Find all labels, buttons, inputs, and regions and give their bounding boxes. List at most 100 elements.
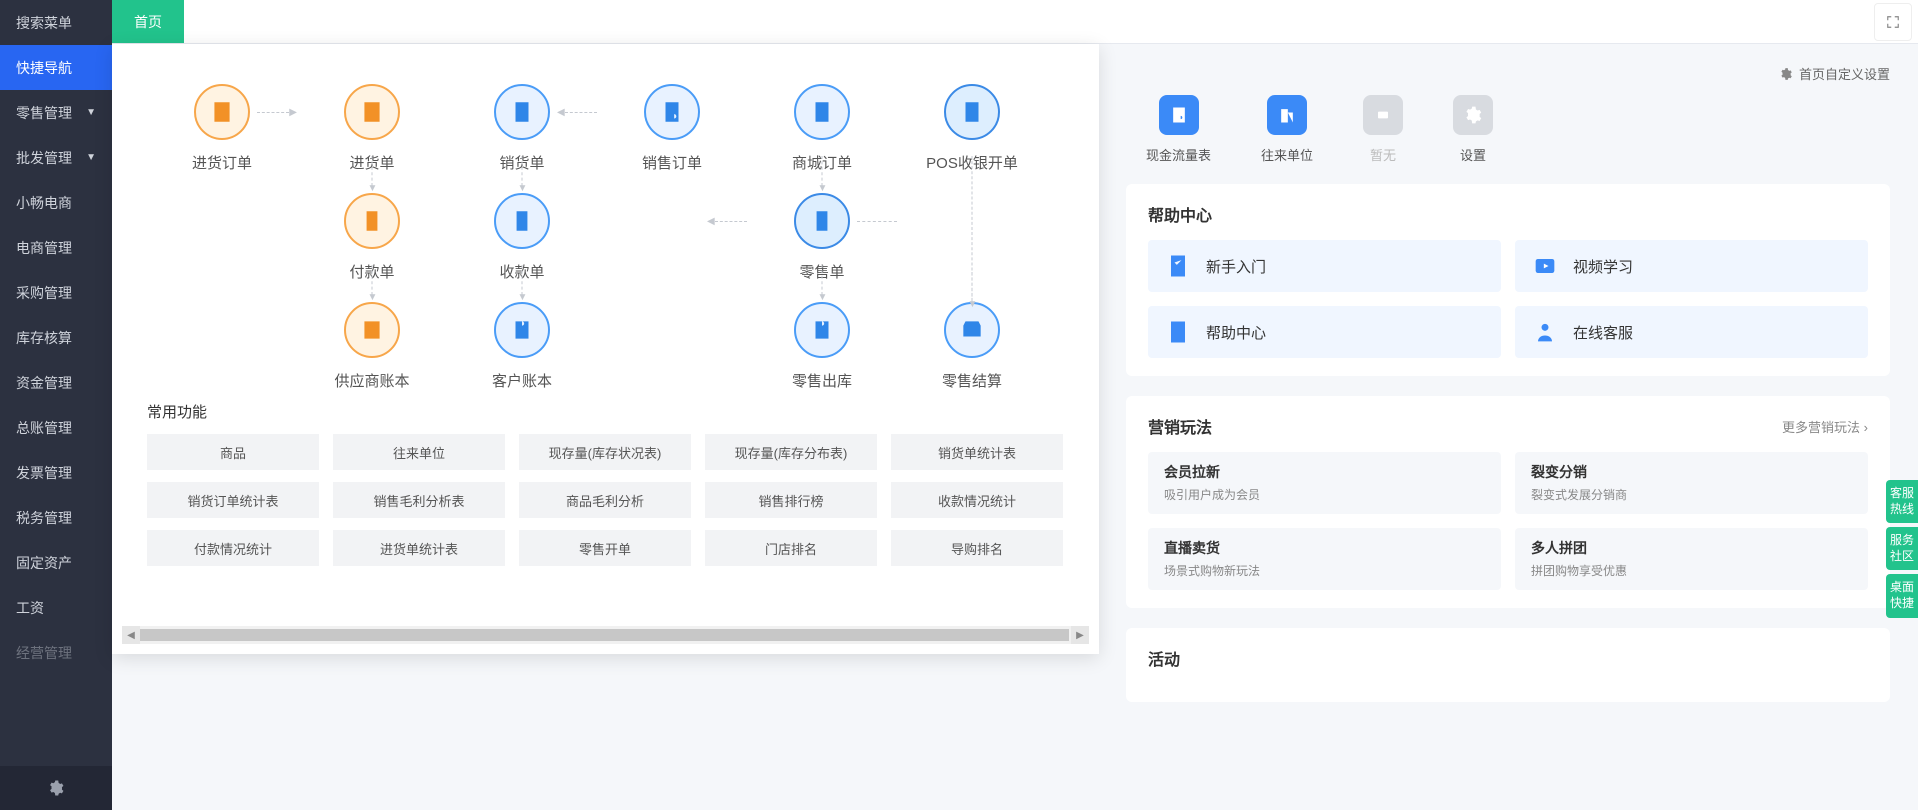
fn-btn-9[interactable]: 收款情况统计 — [891, 482, 1063, 518]
float-community[interactable]: 服务社区 — [1886, 527, 1918, 570]
help-title: 帮助中心 — [1148, 202, 1212, 226]
scroll-left-icon[interactable]: ◀ — [122, 626, 140, 644]
scroll-thumb[interactable] — [140, 629, 1069, 641]
sidebar-item-3[interactable]: 小畅电商 — [0, 180, 112, 225]
fn-btn-5[interactable]: 销货订单统计表 — [147, 482, 319, 518]
shortcut-cashflow[interactable]: 现金流量表 — [1146, 95, 1211, 164]
caret-down-icon: ▼ — [86, 107, 96, 118]
help-item-2[interactable]: 帮助中心 — [1148, 306, 1501, 358]
building-icon — [1277, 105, 1297, 125]
sidebar-item-13[interactable]: 经营管理 — [0, 630, 112, 675]
marketing-more-link[interactable]: 更多营销玩法 › — [1782, 417, 1868, 436]
fn-btn-1[interactable]: 往来单位 — [333, 434, 505, 470]
sidebar-item-2[interactable]: 批发管理▼ — [0, 135, 112, 180]
arrow-down-icon: ▼ — [372, 156, 373, 186]
mall-order-icon — [794, 84, 850, 140]
fn-btn-8[interactable]: 销售排行榜 — [705, 482, 877, 518]
fn-btn-12[interactable]: 零售开单 — [519, 530, 691, 566]
mkt-item-2[interactable]: 直播卖货场景式购物新玩法 — [1148, 528, 1501, 590]
node-purchase-order[interactable]: 进货订单 ▶ — [147, 84, 297, 173]
gear-icon — [1463, 105, 1483, 125]
right-pane: 首页自定义设置 现金流量表 往来单位 暂无 设置 帮助中心 新手入门 视频学习 … — [1098, 44, 1918, 722]
sidebar-item-12[interactable]: 工资 — [0, 585, 112, 630]
doc-icon — [1164, 318, 1192, 346]
scroll-track[interactable] — [140, 628, 1071, 642]
fn-btn-6[interactable]: 销售毛利分析表 — [333, 482, 505, 518]
mkt-item-0[interactable]: 会员拉新吸引用户成为会员 — [1148, 452, 1501, 514]
arrow-down-icon: ▼ — [972, 272, 973, 302]
payment-icon — [344, 193, 400, 249]
fn-btn-11[interactable]: 进货单统计表 — [333, 530, 505, 566]
shortcut-settings[interactable]: 设置 — [1453, 95, 1493, 164]
sidebar-item-4[interactable]: 电商管理 — [0, 225, 112, 270]
fn-btn-0[interactable]: 商品 — [147, 434, 319, 470]
node-retail-settle[interactable]: 零售结算 ▼ — [897, 302, 1047, 391]
pos-order-icon — [944, 84, 1000, 140]
shortcut-contacts[interactable]: 往来单位 — [1261, 95, 1313, 164]
shortcut-empty[interactable]: 暂无 — [1363, 95, 1403, 164]
float-desktop[interactable]: 桌面快捷 — [1886, 574, 1918, 617]
node-mall-order[interactable]: 商城订单 ▼ — [747, 84, 897, 173]
sales-bill-icon — [494, 84, 550, 140]
horizontal-scrollbar[interactable]: ◀ ▶ — [122, 626, 1089, 644]
activity-card: 活动 — [1126, 628, 1890, 702]
fn-btn-7[interactable]: 商品毛利分析 — [519, 482, 691, 518]
arrow-right-dash — [857, 215, 897, 227]
sidebar-item-10[interactable]: 税务管理 — [0, 495, 112, 540]
help-card: 帮助中心 新手入门 视频学习 帮助中心 在线客服 — [1126, 184, 1890, 376]
sidebar-item-1[interactable]: 零售管理▼ — [0, 90, 112, 135]
gear-icon — [1779, 67, 1793, 81]
chevron-right-icon: › — [1864, 420, 1868, 435]
arrow-down-icon: ▼ — [822, 156, 823, 186]
help-item-0[interactable]: 新手入门 — [1148, 240, 1501, 292]
flow-row-3: 供 供应商账本 客户账本 零售出库 零售结算 ▼ — [147, 302, 1064, 391]
fn-btn-13[interactable]: 门店排名 — [705, 530, 877, 566]
fn-btn-4[interactable]: 销货单统计表 — [891, 434, 1063, 470]
fn-btn-14[interactable]: 导购排名 — [891, 530, 1063, 566]
arrow-right-icon: ▶ — [257, 106, 297, 118]
fullscreen-icon — [1886, 15, 1900, 29]
sidebar-item-11[interactable]: 固定资产 — [0, 540, 112, 585]
sidebar-item-5[interactable]: 采购管理 — [0, 270, 112, 315]
node-receipt[interactable]: 收款单 ▼ — [447, 193, 597, 282]
help-item-1[interactable]: 视频学习 — [1515, 240, 1868, 292]
help-item-3[interactable]: 在线客服 — [1515, 306, 1868, 358]
sidebar: 搜索菜单 快捷导航 零售管理▼ 批发管理▼ 小畅电商 电商管理 采购管理 库存核… — [0, 0, 112, 810]
flow-row-1: 进货订单 ▶ 进货单 ▼ 销货单 ◀ ▼ 销售订单 商城订单 ▼ POS收银开单 — [147, 84, 1064, 173]
sidebar-item-9[interactable]: 发票管理 — [0, 450, 112, 495]
sidebar-item-0[interactable]: 快捷导航 — [0, 45, 112, 90]
marketing-title: 营销玩法 — [1148, 414, 1212, 438]
node-sales-bill[interactable]: 销货单 ◀ ▼ — [447, 84, 597, 173]
fullscreen-button[interactable] — [1874, 3, 1912, 41]
tab-bar: 首页 — [112, 0, 1918, 44]
mkt-item-1[interactable]: 裂变分销裂变式发展分销商 — [1515, 452, 1868, 514]
quicknav-panel: 进货订单 ▶ 进货单 ▼ 销货单 ◀ ▼ 销售订单 商城订单 ▼ POS收银开单 — [112, 44, 1099, 654]
node-sales-order[interactable]: 销售订单 — [597, 84, 747, 173]
scroll-right-icon[interactable]: ▶ — [1071, 626, 1089, 644]
node-purchase-bill[interactable]: 进货单 ▼ — [297, 84, 447, 173]
sidebar-item-7[interactable]: 资金管理 — [0, 360, 112, 405]
tab-home[interactable]: 首页 — [112, 0, 184, 43]
sales-order-icon — [644, 84, 700, 140]
support-icon — [1531, 318, 1559, 346]
mkt-item-3[interactable]: 多人拼团拼团购物享受优惠 — [1515, 528, 1868, 590]
node-retail-bill[interactable]: 零售单 ◀ ▼ — [747, 193, 897, 282]
fn-btn-2[interactable]: 现存量(库存状况表) — [519, 434, 691, 470]
home-custom-link[interactable]: 首页自定义设置 — [1126, 64, 1890, 83]
node-retail-out[interactable]: 零售出库 — [747, 302, 897, 391]
caret-down-icon: ▼ — [86, 152, 96, 163]
fn-btn-10[interactable]: 付款情况统计 — [147, 530, 319, 566]
fn-btn-3[interactable]: 现存量(库存分布表) — [705, 434, 877, 470]
node-customer-ledger[interactable]: 客户账本 — [447, 302, 597, 391]
sidebar-settings[interactable] — [0, 766, 112, 810]
node-pos-order[interactable]: POS收银开单 — [897, 84, 1047, 173]
sidebar-item-6[interactable]: 库存核算 — [0, 315, 112, 360]
supplier-ledger-icon: 供 — [344, 302, 400, 358]
node-payment[interactable]: 付款单 ▼ — [297, 193, 447, 282]
flow-row-2: 付款单 ▼ 收款单 ▼ 零售单 ◀ ▼ — [147, 193, 1064, 282]
sidebar-item-8[interactable]: 总账管理 — [0, 405, 112, 450]
node-supplier-ledger[interactable]: 供 供应商账本 — [297, 302, 447, 391]
float-hotline[interactable]: 客服热线 — [1886, 480, 1918, 523]
sidebar-search[interactable]: 搜索菜单 — [0, 0, 112, 45]
receipt-icon — [494, 193, 550, 249]
